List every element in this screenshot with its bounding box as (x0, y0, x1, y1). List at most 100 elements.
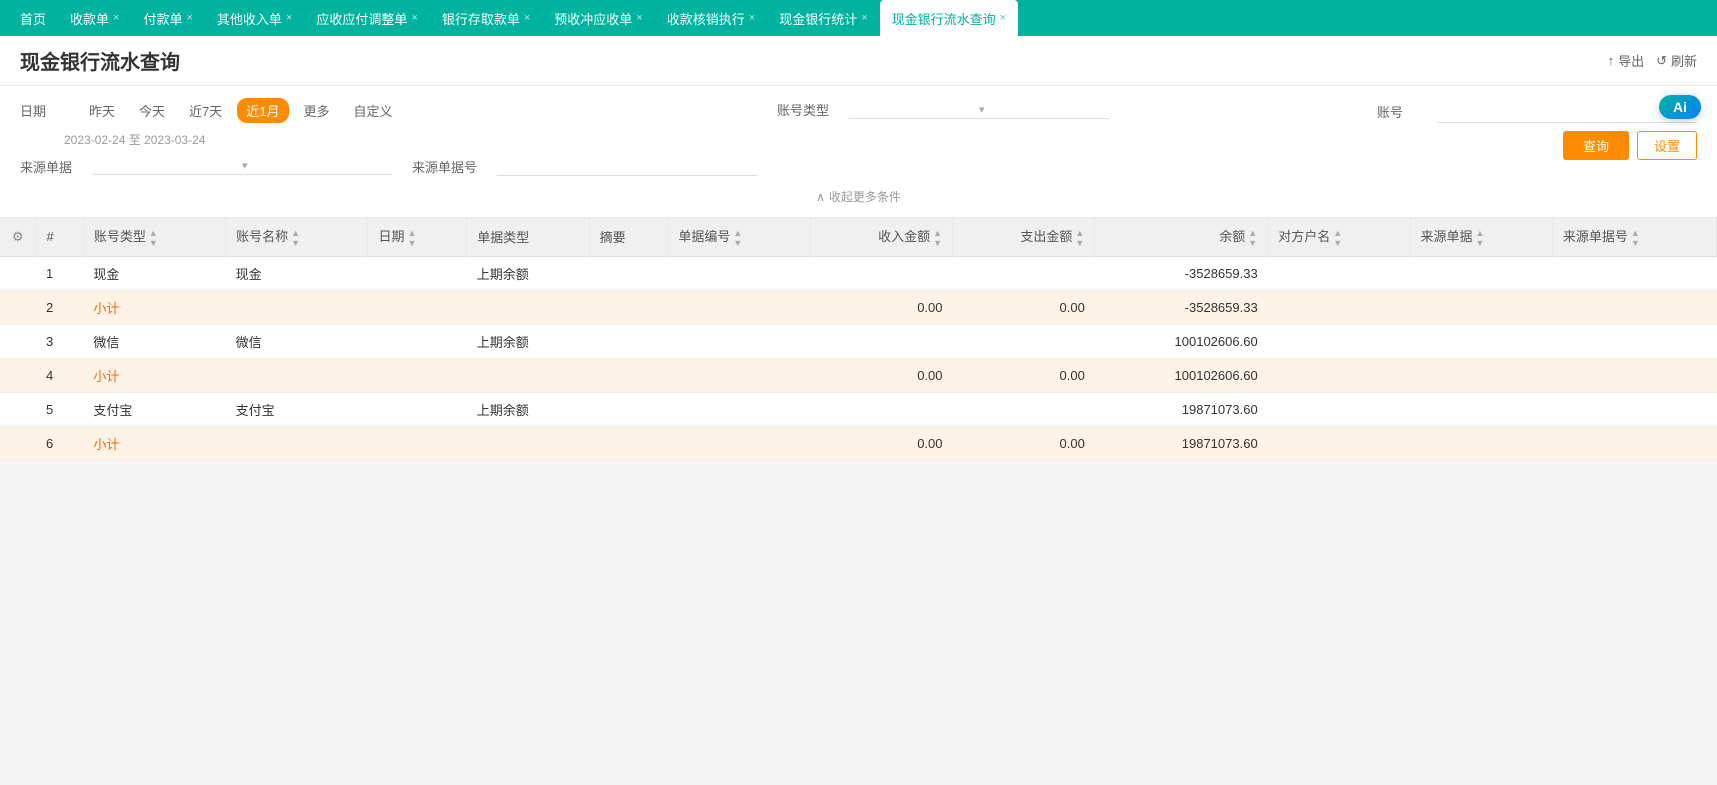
td-source-doc-no (1552, 358, 1716, 392)
table-row: 5支付宝支付宝上期余额19871073.60 (0, 392, 1717, 426)
nav-tab-5[interactable]: 预收冲应收单 × (542, 0, 654, 36)
nav-tab-7[interactable]: 现金银行统计 × (767, 0, 879, 36)
nav-tab-2[interactable]: 其他收入单 × (205, 0, 304, 36)
close-icon-3[interactable]: × (411, 12, 417, 24)
export-icon: ↑ (1608, 53, 1615, 68)
refresh-button[interactable]: ↺ 刷新 (1656, 51, 1697, 70)
date-btn-yesterday[interactable]: 昨天 (80, 98, 124, 123)
th-doc-no[interactable]: 单据编号▲▼ (668, 218, 810, 256)
th-account-type[interactable]: 账号类型▲▼ (83, 218, 225, 256)
export-button[interactable]: ↑ 导出 (1608, 51, 1645, 70)
source-doc-no-label: 来源单据号 (412, 157, 477, 176)
page-title: 现金银行流水查询 (20, 46, 180, 75)
nav-tab-8[interactable]: 现金银行流水查询 × (880, 0, 1018, 36)
td-counterpart (1268, 426, 1410, 460)
date-btn-more[interactable]: 更多 (295, 98, 339, 123)
td-source-doc-no (1552, 426, 1716, 460)
th-expense[interactable]: 支出金额▲▼ (953, 218, 1095, 256)
close-icon-7[interactable]: × (861, 12, 867, 24)
th-income[interactable]: 收入金额▲▼ (810, 218, 952, 256)
td-doc-no (668, 256, 810, 290)
td-summary (589, 324, 668, 358)
td-date (368, 358, 467, 392)
td-empty (0, 290, 36, 324)
td-doc-type (467, 358, 589, 392)
source-doc-label: 来源单据 (20, 157, 72, 176)
collapse-bar[interactable]: ∧ 收起更多条件 (20, 184, 1697, 209)
td-no: 3 (36, 324, 83, 358)
td-doc-no (668, 324, 810, 358)
th-doc-type: 单据类型 (467, 218, 589, 256)
td-source-doc (1410, 324, 1552, 358)
td-income: 0.00 (810, 290, 952, 324)
nav-tab-0[interactable]: 收款单 × (58, 0, 131, 36)
account-type-select[interactable]: ▾ (849, 101, 1109, 119)
td-account-name (226, 426, 368, 460)
source-doc-select[interactable]: ▾ (92, 157, 392, 175)
table-row: 4小计0.000.00100102606.60 (0, 358, 1717, 392)
th-no: # (36, 218, 83, 256)
td-doc-type: 上期余额 (467, 256, 589, 290)
th-balance[interactable]: 余额▲▼ (1095, 218, 1268, 256)
td-expense: 0.00 (953, 290, 1095, 324)
nav-tab-3[interactable]: 应收应付调整单 × (304, 0, 429, 36)
close-icon-6[interactable]: × (749, 12, 755, 24)
nav-tab-4[interactable]: 银行存取款单 × (430, 0, 542, 36)
td-no: 5 (36, 392, 83, 426)
collapse-up-icon: ∧ (816, 190, 825, 204)
th-source-doc-no[interactable]: 来源单据号▲▼ (1552, 218, 1716, 256)
td-counterpart (1268, 324, 1410, 358)
td-summary (589, 358, 668, 392)
td-account-name: 微信 (226, 324, 368, 358)
date-range-display: 2023-02-24 至 2023-03-24 (64, 133, 205, 147)
th-date[interactable]: 日期▲▼ (368, 218, 467, 256)
td-doc-no (668, 290, 810, 324)
td-empty (0, 392, 36, 426)
account-input[interactable] (1441, 104, 1673, 119)
close-icon-8[interactable]: × (1000, 12, 1006, 24)
td-balance: 100102606.60 (1095, 358, 1268, 392)
td-date (368, 256, 467, 290)
close-icon-0[interactable]: × (113, 12, 119, 24)
ai-badge[interactable]: Ai (1659, 95, 1701, 119)
data-table: ⚙ # 账号类型▲▼ 账号名称▲▼ 日期▲▼ 单据类型 摘要 单据编号▲▼ (0, 218, 1717, 461)
td-counterpart (1268, 256, 1410, 290)
th-source-doc[interactable]: 来源单据▲▼ (1410, 218, 1552, 256)
td-empty (0, 324, 36, 358)
td-doc-no (668, 426, 810, 460)
td-expense (953, 392, 1095, 426)
nav-tab-6[interactable]: 收款核销执行 × (655, 0, 767, 36)
th-counterpart[interactable]: 对方户名▲▼ (1268, 218, 1410, 256)
td-account-name: 支付宝 (226, 392, 368, 426)
nav-home[interactable]: 首页 (8, 0, 58, 36)
td-balance: -3528659.33 (1095, 290, 1268, 324)
td-income (810, 324, 952, 358)
date-btn-today[interactable]: 今天 (130, 98, 174, 123)
close-icon-5[interactable]: × (636, 12, 642, 24)
td-no: 1 (36, 256, 83, 290)
gear-icon[interactable]: ⚙ (12, 229, 24, 244)
td-doc-type: 上期余额 (467, 324, 589, 358)
td-summary (589, 290, 668, 324)
nav-tab-1[interactable]: 付款单 × (131, 0, 204, 36)
th-account-name[interactable]: 账号名称▲▼ (226, 218, 368, 256)
td-counterpart (1268, 358, 1410, 392)
table-row: 2小计0.000.00-3528659.33 (0, 290, 1717, 324)
setting-button[interactable]: 设置 (1637, 131, 1697, 160)
td-summary (589, 426, 668, 460)
date-btn-1month[interactable]: 近1月 (237, 98, 288, 123)
close-icon-4[interactable]: × (524, 12, 530, 24)
date-btn-custom[interactable]: 自定义 (345, 98, 402, 123)
query-button[interactable]: 查询 (1563, 131, 1629, 160)
td-account-type: 支付宝 (83, 392, 225, 426)
source-doc-no-input[interactable] (501, 158, 753, 173)
td-expense: 0.00 (953, 358, 1095, 392)
header-actions: ↑ 导出 ↺ 刷新 (1608, 51, 1697, 70)
close-icon-2[interactable]: × (286, 12, 292, 24)
td-source-doc (1410, 290, 1552, 324)
close-icon-1[interactable]: × (186, 12, 192, 24)
td-no: 4 (36, 358, 83, 392)
date-btn-7days[interactable]: 近7天 (180, 98, 231, 123)
th-settings[interactable]: ⚙ (0, 218, 36, 256)
td-summary (589, 392, 668, 426)
